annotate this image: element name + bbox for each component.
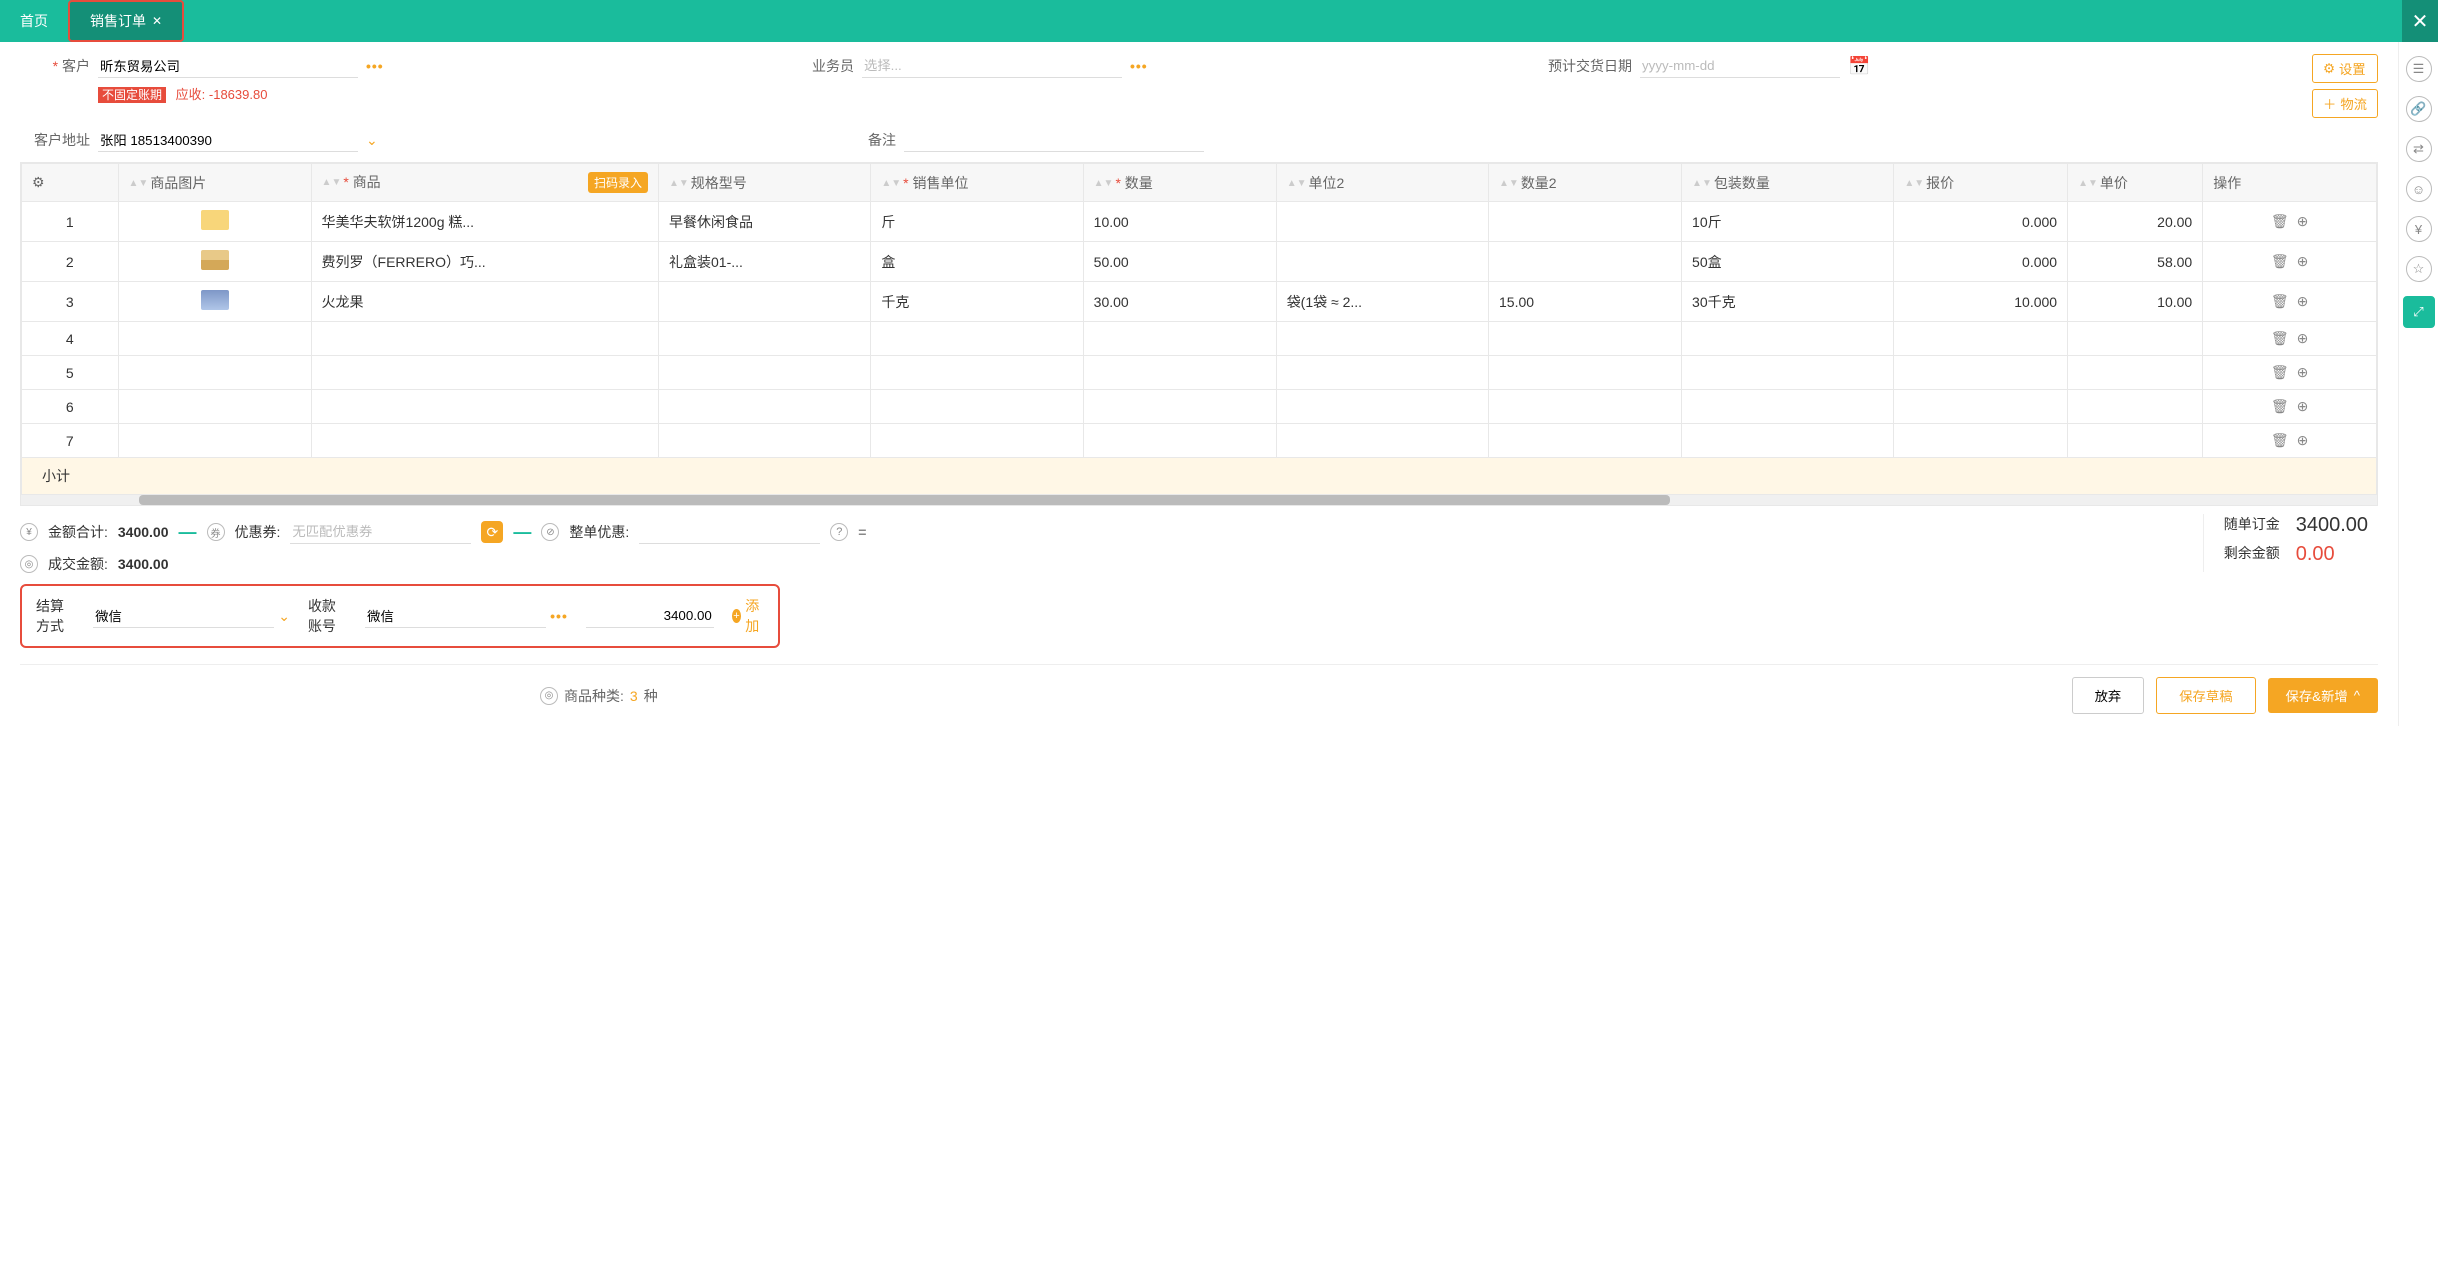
customer-more-icon[interactable]: ••• (366, 58, 384, 74)
delivery-date-input[interactable] (1640, 54, 1840, 78)
tab-bar: 首页 销售订单 ✕ ✕ (0, 0, 2438, 42)
order-discount-label: 整单优惠: (569, 522, 629, 542)
address-label: 客户地址 (20, 130, 90, 150)
settlement-panel: 结算方式 ⌄ 收款账号 ••• +添加 (20, 584, 780, 648)
delete-icon[interactable]: 🗑 (2271, 432, 2289, 448)
table-row[interactable]: 2费列罗（FERRERO）巧...礼盒装01-...盒50.0050盒0.000… (22, 242, 2377, 282)
delete-icon[interactable]: 🗑 (2271, 330, 2289, 346)
save-and-new-button[interactable]: 保存&新增 ^ (2268, 678, 2378, 713)
delete-icon[interactable]: 🗑 (2271, 293, 2289, 309)
calendar-icon[interactable]: 📅 (1848, 56, 1870, 77)
col-action: 操作 (2203, 164, 2377, 202)
add-row-icon[interactable]: ⊕ (2297, 213, 2309, 229)
chevron-down-icon[interactable]: ⌄ (366, 132, 378, 149)
tab-sales-order[interactable]: 销售订单 ✕ (68, 0, 184, 42)
rail-link-icon[interactable]: 🔗 (2406, 96, 2432, 122)
add-row-icon[interactable]: ⊕ (2297, 398, 2309, 414)
yen-icon: ¥ (20, 523, 38, 541)
add-row-icon[interactable]: ⊕ (2297, 330, 2309, 346)
col-image[interactable]: ▲▼商品图片 (118, 164, 311, 202)
totals-panel: 随单订金3400.00 剩余金额0.00 (2203, 514, 2368, 572)
salesperson-more-icon[interactable]: ••• (1130, 58, 1148, 74)
remark-label: 备注 (826, 130, 896, 150)
discount-icon: ⊘ (541, 523, 559, 541)
product-table: ⚙ ▲▼商品图片 ▲▼* 商品扫码录入 ▲▼规格型号 ▲▼* 销售单位 ▲▼* … (20, 162, 2378, 506)
close-icon[interactable]: ✕ (152, 14, 162, 28)
add-row-icon[interactable]: ⊕ (2297, 253, 2309, 269)
remark-input[interactable] (904, 128, 1204, 152)
salesperson-label: 业务员 (784, 56, 854, 76)
help-icon[interactable]: ? (830, 523, 848, 541)
address-input[interactable] (98, 128, 358, 152)
settle-account-input[interactable] (365, 604, 546, 628)
save-draft-button[interactable]: 保存草稿 (2156, 677, 2255, 714)
rail-expand-icon[interactable]: ⤢ (2403, 296, 2435, 328)
add-settlement-button[interactable]: +添加 (732, 596, 764, 636)
total-label: 金额合计: (48, 522, 108, 542)
coupon-input[interactable] (290, 520, 471, 544)
col-product[interactable]: ▲▼* 商品扫码录入 (311, 164, 658, 202)
add-row-icon[interactable]: ⊕ (2297, 364, 2309, 380)
delivery-date-label: 预计交货日期 (1548, 56, 1632, 76)
delete-icon[interactable]: 🗑 (2271, 398, 2289, 414)
col-quote[interactable]: ▲▼报价 (1894, 164, 2068, 202)
product-thumb (201, 210, 229, 230)
add-row-icon[interactable]: ⊕ (2297, 293, 2309, 309)
customer-input[interactable] (98, 54, 358, 78)
col-gear[interactable]: ⚙ (22, 164, 119, 202)
col-unit[interactable]: ▲▼* 销售单位 (871, 164, 1083, 202)
subtotal-row: 小计 (22, 458, 2377, 495)
total-value: 3400.00 (118, 524, 169, 540)
collapse-icon[interactable]: ✕ (2402, 0, 2438, 42)
rail-money-icon[interactable]: ¥ (2406, 216, 2432, 242)
account-more-icon[interactable]: ••• (550, 608, 568, 624)
scan-button[interactable]: 扫码录入 (588, 172, 648, 193)
table-row[interactable]: 4🗑⊕ (22, 322, 2377, 356)
delete-icon[interactable]: 🗑 (2271, 364, 2289, 380)
col-qty[interactable]: ▲▼* 数量 (1083, 164, 1276, 202)
kind-icon: ◎ (540, 687, 558, 705)
horizontal-scrollbar[interactable] (21, 495, 2377, 505)
delete-icon[interactable]: 🗑 (2271, 253, 2289, 269)
product-thumb (201, 290, 229, 310)
chevron-up-icon: ^ (2354, 688, 2360, 703)
deal-icon: ◎ (20, 555, 38, 573)
deal-label: 成交金额: (48, 554, 108, 574)
order-discount-input[interactable] (639, 520, 820, 544)
period-badge: 不固定账期 (98, 87, 166, 103)
table-row[interactable]: 7🗑⊕ (22, 424, 2377, 458)
salesperson-input[interactable] (862, 54, 1122, 78)
rail-exchange-icon[interactable]: ⇄ (2406, 136, 2432, 162)
rail-star-icon[interactable]: ☆ (2406, 256, 2432, 282)
settle-amount-input[interactable] (586, 604, 714, 628)
col-price[interactable]: ▲▼单价 (2068, 164, 2203, 202)
product-thumb (201, 250, 229, 270)
col-qty2[interactable]: ▲▼数量2 (1489, 164, 1682, 202)
settle-method-label: 结算方式 (36, 596, 75, 636)
table-row[interactable]: 3火龙果千克30.00袋(1袋 ≈ 2...15.0030千克10.00010.… (22, 282, 2377, 322)
settings-button[interactable]: ⚙ 设置 (2312, 54, 2378, 83)
delete-icon[interactable]: 🗑 (2271, 213, 2289, 229)
rail-list-icon[interactable]: ☰ (2406, 56, 2432, 82)
table-row[interactable]: 6🗑⊕ (22, 390, 2377, 424)
coupon-icon: 券 (207, 523, 225, 541)
table-row[interactable]: 5🗑⊕ (22, 356, 2377, 390)
tab-home[interactable]: 首页 (0, 0, 68, 42)
right-rail: ☰ 🔗 ⇄ ☺ ¥ ☆ ⤢ (2398, 42, 2438, 726)
customer-label: 客户 (20, 56, 90, 76)
add-row-icon[interactable]: ⊕ (2297, 432, 2309, 448)
chevron-down-icon[interactable]: ⌄ (278, 608, 290, 625)
rail-user-icon[interactable]: ☺ (2406, 176, 2432, 202)
table-row[interactable]: 1华美华夫软饼1200g 糕...早餐休闲食品斤10.0010斤0.00020.… (22, 202, 2377, 242)
deal-value: 3400.00 (118, 556, 169, 572)
abandon-button[interactable]: 放弃 (2072, 677, 2145, 714)
settle-method-input[interactable] (93, 604, 274, 628)
col-pack[interactable]: ▲▼包装数量 (1682, 164, 1894, 202)
logistics-button[interactable]: ＋ 物流 (2312, 89, 2378, 118)
coupon-label: 优惠券: (235, 522, 281, 542)
refresh-icon[interactable]: ⟳ (481, 521, 503, 543)
settle-account-label: 收款账号 (308, 596, 347, 636)
col-unit2[interactable]: ▲▼单位2 (1276, 164, 1488, 202)
col-spec[interactable]: ▲▼规格型号 (659, 164, 871, 202)
